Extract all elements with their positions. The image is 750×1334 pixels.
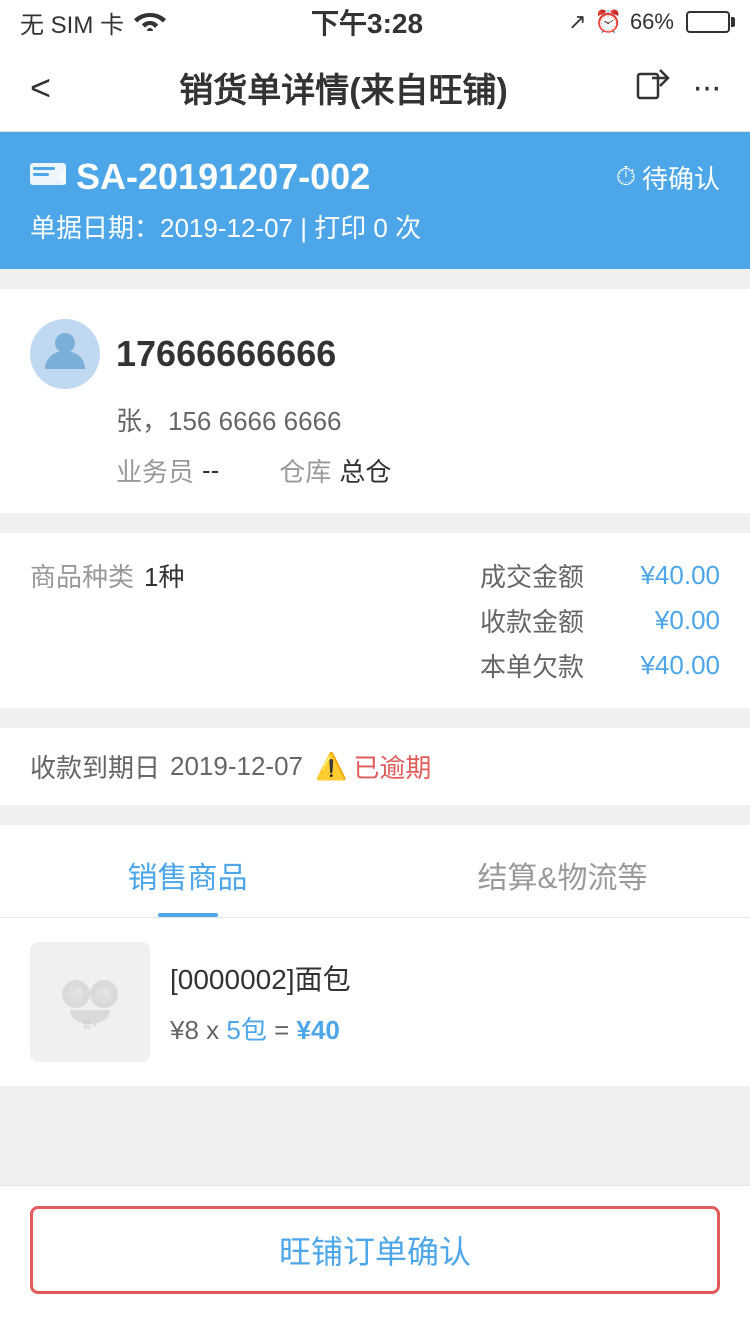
due-date-card: 收款到期日 2019-12-07 ⚠️ 已逾期 [0,728,750,805]
transaction-amount-label: 成交金额 [480,557,584,594]
warehouse-label: 仓库 [279,452,331,489]
payment-amount-value: ¥0.00 [600,605,720,636]
due-amount-value: ¥40.00 [600,650,720,681]
due-amount-label: 本单欠款 [480,647,584,684]
product-item[interactable]: 管+ [0000002]面包 ¥8 x 5包 = ¥40 [0,918,750,1086]
salesperson-label: 业务员 [116,452,194,489]
avatar [30,319,100,389]
overdue-text: 已逾期 [353,748,431,785]
location-icon: ↗ [568,9,586,35]
transaction-amount-row: 成交金额 ¥40.00 [480,557,720,594]
summary-card: 商品种类 1种 成交金额 ¥40.00 收款金额 ¥0.00 本单欠款 ¥40.… [0,533,750,708]
product-image: 管+ [30,942,150,1062]
tab-products[interactable]: 销售商品 [0,825,375,917]
share-button[interactable] [636,66,672,110]
product-qty: 5包 [226,1015,266,1045]
product-name: [0000002]面包 [170,958,720,998]
nav-bar: < 销货单详情(来自旺铺) ··· [0,44,750,132]
customer-card: 17666666666 张，156 6666 6666 业务员 -- 仓库 总仓 [0,289,750,513]
warehouse-meta: 仓库 总仓 [279,452,391,489]
product-info: [0000002]面包 ¥8 x 5包 = ¥40 [170,958,720,1047]
tabs: 销售商品 结算&物流等 [0,825,750,917]
due-date-value: 2019-12-07 [170,751,303,782]
product-types-section: 商品种类 1种 [30,557,184,594]
svg-text:管+: 管+ [82,1018,98,1031]
product-types-label: 商品种类 [30,557,134,594]
battery-icon [686,11,730,33]
amounts-section: 成交金额 ¥40.00 收款金额 ¥0.00 本单欠款 ¥40.00 [480,557,720,684]
nav-actions: ··· [636,66,720,110]
warehouse-value: 总仓 [339,452,391,489]
status-bar-left: 无 SIM 卡 [20,5,166,40]
tab-underline [158,913,218,917]
product-equals: = [274,1015,296,1045]
tabs-container: 销售商品 结算&物流等 [0,825,750,918]
order-id: SA-20191207-002 [30,156,370,198]
person-icon [43,327,87,381]
product-price-row: ¥8 x 5包 = ¥40 [170,1010,720,1047]
due-amount-row: 本单欠款 ¥40.00 [480,647,720,684]
carrier-text: 无 SIM 卡 [20,5,124,40]
bottom-bar: 旺铺订单确认 [0,1185,750,1334]
due-date-label: 收款到期日 [30,748,160,785]
customer-info: 张，156 6666 6666 [116,401,720,438]
salesperson-value: -- [202,455,219,486]
product-total: ¥40 [297,1015,340,1045]
status-bar: 无 SIM 卡 下午3:28 ↗ ⏰ 66% [0,0,750,44]
order-status: ⏱ 待确认 [616,159,720,196]
product-price: ¥8 [170,1015,199,1045]
product-multiply: x [206,1015,226,1045]
order-icon [30,156,66,198]
order-header: SA-20191207-002 ⏱ 待确认 单据日期：2019-12-07 | … [0,132,750,269]
more-button[interactable]: ··· [692,68,720,107]
status-bar-time: 下午3:28 [311,2,423,42]
customer-header: 17666666666 [30,319,720,389]
customer-meta: 业务员 -- 仓库 总仓 [116,452,720,489]
payment-amount-label: 收款金额 [480,602,584,639]
back-button[interactable]: < [30,67,51,109]
alarm-icon: ⏰ [595,9,622,35]
battery-text: 66% [630,9,674,35]
overdue-icon: ⚠️ [315,751,347,782]
order-header-top: SA-20191207-002 ⏱ 待确认 [30,156,720,198]
product-types-value: 1种 [144,557,184,594]
status-bar-right: ↗ ⏰ 66% [568,9,730,35]
payment-amount-row: 收款金额 ¥0.00 [480,602,720,639]
tab-settlement[interactable]: 结算&物流等 [375,825,750,917]
confirm-order-button[interactable]: 旺铺订单确认 [30,1206,720,1294]
product-list: 管+ [0000002]面包 ¥8 x 5包 = ¥40 [0,918,750,1086]
customer-phone: 17666666666 [116,333,336,375]
page-title: 销货单详情(来自旺铺) [179,63,508,112]
clock-icon: ⏱ [616,161,636,193]
order-date: 单据日期：2019-12-07 | 打印 0 次 [30,208,720,245]
transaction-amount-value: ¥40.00 [600,560,720,591]
wifi-icon [134,7,166,38]
salesperson-meta: 业务员 -- [116,452,219,489]
